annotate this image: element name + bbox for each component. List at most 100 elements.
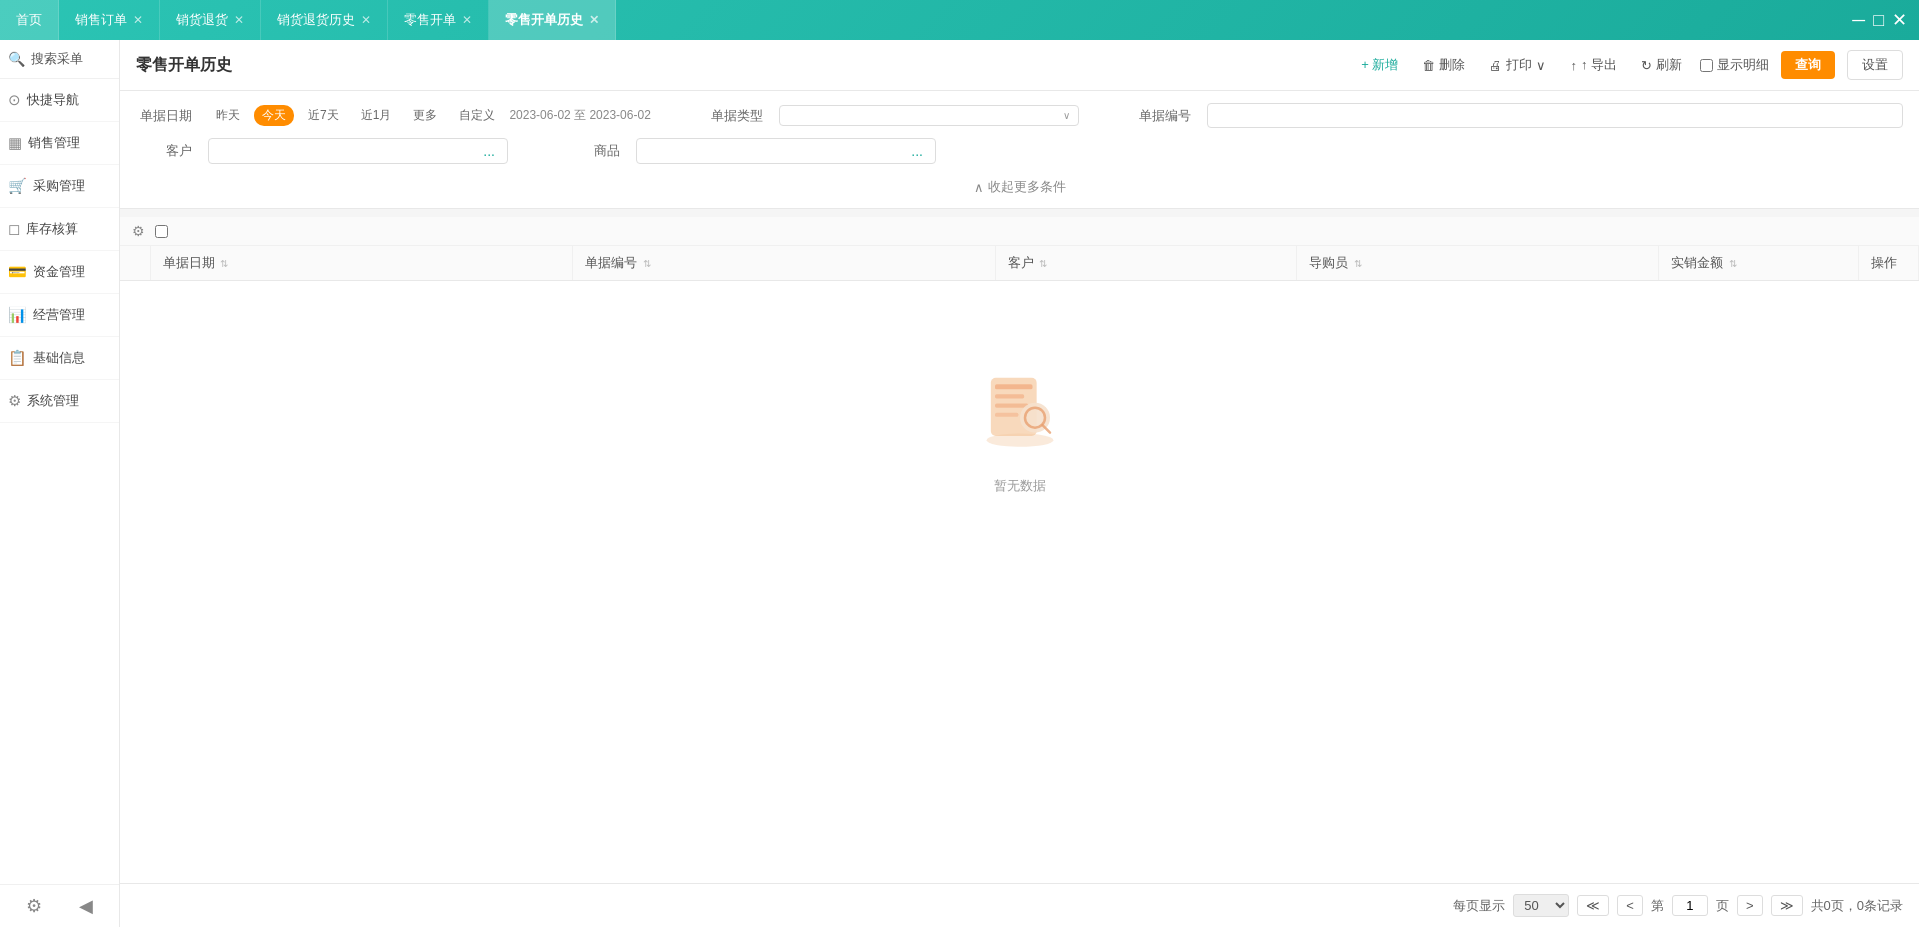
table-head: 单据日期 ⇅ 单据编号 ⇅ 客户 ⇅ [120,246,1919,281]
base-info-icon: 📋 [8,349,27,367]
show-detail-checkbox-label[interactable]: 显示明细 [1700,56,1769,74]
th-customer-sort[interactable]: ⇅ [1039,258,1047,269]
last-page-button[interactable]: ≫ [1771,895,1803,916]
collapse-row: ∧ 收起更多条件 [136,174,1903,196]
goods-input-field[interactable] [645,144,907,159]
sidebar-item-inventory[interactable]: ◻ 库存核算 [0,208,119,251]
empty-icon [970,361,1070,461]
sidebar-collapse-icon[interactable]: ◀ [79,895,93,917]
table-gear-icon[interactable]: ⚙ [132,223,145,239]
sidebar-item-inventory-label: 库存核算 [26,220,78,238]
sidebar: 🔍 搜索采单 ⊙ 快捷导航 ▦ 销售管理 🛒 采购管理 ◻ 库存核算 💳 资金管… [0,40,120,927]
tab-sales-return[interactable]: 销货退货 ✕ [160,0,261,40]
tab-sales-return-history[interactable]: 销货退货历史 ✕ [261,0,388,40]
page-title: 零售开单历史 [136,55,232,76]
th-checkbox [120,246,150,281]
collapse-button[interactable]: ∧ 收起更多条件 [974,178,1066,196]
export-button[interactable]: ↑ ↑ 导出 [1564,52,1623,78]
th-date-sort[interactable]: ⇅ [220,258,228,269]
export-button-label: ↑ 导出 [1581,56,1617,74]
first-page-button[interactable]: ≪ [1577,895,1609,916]
customer-input[interactable]: ... [208,138,508,164]
sidebar-item-operations[interactable]: 📊 经营管理 [0,294,119,337]
sidebar-item-sales-mgmt[interactable]: ▦ 销售管理 [0,122,119,165]
th-number-sort[interactable]: ⇅ [643,258,651,269]
select-all-checkbox[interactable] [155,225,168,238]
type-select-arrow: ∨ [1063,110,1070,121]
prev-page-button[interactable]: < [1617,895,1643,916]
page-suffix: 页 [1716,897,1729,915]
data-table: 单据日期 ⇅ 单据编号 ⇅ 客户 ⇅ [120,246,1919,281]
sidebar-settings-icon[interactable]: ⚙ [26,895,42,917]
window-controls: ─ □ ✕ [1840,9,1919,31]
th-salesperson-sort[interactable]: ⇅ [1354,258,1362,269]
customer-input-field[interactable] [217,144,479,159]
tab-sales-return-close[interactable]: ✕ [234,13,244,27]
current-page-input[interactable] [1672,895,1708,916]
tab-retail-history[interactable]: 零售开单历史 ✕ [489,0,616,40]
th-amount-sort[interactable]: ⇅ [1729,258,1737,269]
tab-sales-return-history-close[interactable]: ✕ [361,13,371,27]
export-icon: ↑ [1570,58,1577,73]
th-action: 操作 [1859,246,1919,281]
goods-input[interactable]: ... [636,138,936,164]
tab-retail-open[interactable]: 零售开单 ✕ [388,0,489,40]
sidebar-item-sys-mgmt-label: 系统管理 [27,392,79,410]
content-area: 零售开单历史 + 新增 🗑 删除 🖨 打印 ∨ ↑ ↑ 导出 [120,40,1919,927]
sidebar-item-finance[interactable]: 💳 资金管理 [0,251,119,294]
window-min-button[interactable]: ─ [1852,10,1865,31]
goods-filter-label: 商品 [564,142,620,160]
tab-list: 首页 销售订单 ✕ 销货退货 ✕ 销货退货历史 ✕ 零售开单 ✕ 零售开单历史 … [0,0,1840,40]
window-close-button[interactable]: ✕ [1892,9,1907,31]
tab-sales-order-close[interactable]: ✕ [133,13,143,27]
tab-home-label: 首页 [16,11,42,29]
date-7days[interactable]: 近7天 [300,105,347,126]
sidebar-item-base-info[interactable]: 📋 基础信息 [0,337,119,380]
tab-home[interactable]: 首页 [0,0,59,40]
settings-button[interactable]: 设置 [1847,50,1903,80]
tab-retail-open-close[interactable]: ✕ [462,13,472,27]
customer-filter-label: 客户 [136,142,192,160]
per-page-select[interactable]: 50 10 20 100 [1513,894,1569,917]
query-button[interactable]: 查询 [1781,51,1835,79]
print-arrow-icon: ∨ [1536,58,1546,73]
tab-retail-history-close[interactable]: ✕ [589,13,599,27]
sidebar-item-purchase-mgmt-label: 采购管理 [33,177,85,195]
th-date: 单据日期 ⇅ [150,246,573,281]
th-number: 单据编号 ⇅ [573,246,996,281]
date-yesterday[interactable]: 昨天 [208,105,248,126]
settings-button-label: 设置 [1862,56,1888,74]
print-button[interactable]: 🖨 打印 ∨ [1483,52,1552,78]
empty-state: 暂无数据 [120,281,1919,575]
date-1month[interactable]: 近1月 [353,105,400,126]
main-layout: 🔍 搜索采单 ⊙ 快捷导航 ▦ 销售管理 🛒 采购管理 ◻ 库存核算 💳 资金管… [0,40,1919,927]
collapse-label: 收起更多条件 [988,178,1066,196]
refresh-icon: ↻ [1641,58,1652,73]
refresh-button[interactable]: ↻ 刷新 [1635,52,1688,78]
quick-nav-icon: ⊙ [8,91,21,109]
window-max-button[interactable]: □ [1873,10,1884,31]
goods-ellipsis-button[interactable]: ... [907,143,927,159]
sidebar-item-sys-mgmt[interactable]: ⚙ 系统管理 [0,380,119,423]
tab-sales-order[interactable]: 销售订单 ✕ [59,0,160,40]
delete-button-label: 删除 [1439,56,1465,74]
next-page-button[interactable]: > [1737,895,1763,916]
customer-ellipsis-button[interactable]: ... [479,143,499,159]
type-select[interactable]: ∨ [779,105,1079,126]
table-toolbar: ⚙ [120,217,1919,246]
svg-rect-4 [995,404,1028,408]
sidebar-item-purchase-mgmt[interactable]: 🛒 采购管理 [0,165,119,208]
date-custom[interactable]: 自定义 [451,105,503,126]
number-input-field[interactable] [1216,108,1894,123]
show-detail-label: 显示明细 [1717,56,1769,74]
show-detail-checkbox[interactable] [1700,59,1713,72]
top-bar: 首页 销售订单 ✕ 销货退货 ✕ 销货退货历史 ✕ 零售开单 ✕ 零售开单历史 … [0,0,1919,40]
sidebar-search[interactable]: 🔍 搜索采单 [0,40,119,79]
delete-button[interactable]: 🗑 删除 [1416,52,1471,78]
date-today[interactable]: 今天 [254,105,294,126]
date-more[interactable]: 更多 [405,105,445,126]
number-input[interactable] [1207,103,1903,128]
new-button[interactable]: + 新增 [1355,52,1404,78]
inventory-icon: ◻ [8,220,20,238]
sidebar-item-quick-nav[interactable]: ⊙ 快捷导航 [0,79,119,122]
